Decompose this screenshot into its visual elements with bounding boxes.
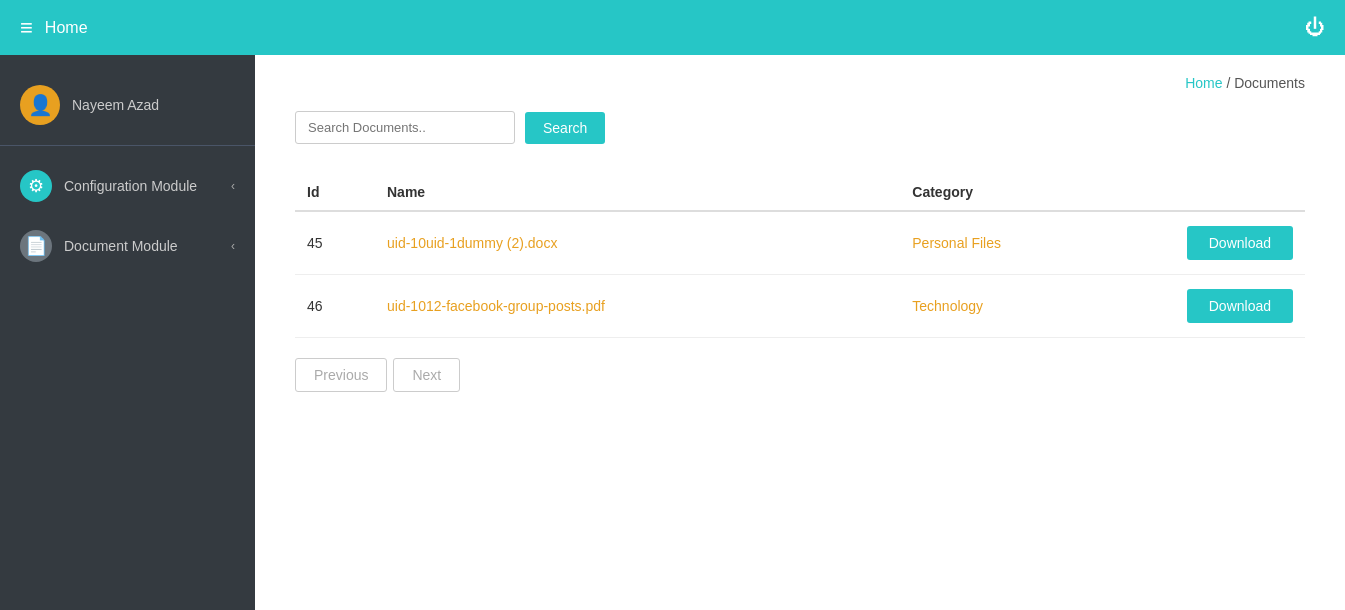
gear-icon: ⚙	[20, 170, 52, 202]
document-icon: 📄	[20, 230, 52, 262]
hamburger-icon[interactable]	[20, 15, 33, 41]
navbar-title: Home	[45, 19, 88, 37]
navbar: Home	[0, 0, 1345, 55]
cell-category-0: Personal Files	[900, 211, 1145, 275]
download-button-0[interactable]: Download	[1187, 226, 1293, 260]
main-content: Home / Documents Search Id Name Category…	[255, 55, 1345, 610]
layout: 👤 Nayeem Azad ⚙ Configuration Module ‹ 📄…	[0, 55, 1345, 610]
cell-id-1: 46	[295, 275, 375, 338]
chevron-icon-configuration: ‹	[231, 179, 235, 193]
col-header-name: Name	[375, 174, 900, 211]
col-header-category: Category	[900, 174, 1145, 211]
col-header-id: Id	[295, 174, 375, 211]
table-row: 45 uid-10uid-1dummy (2).docx Personal Fi…	[295, 211, 1305, 275]
sidebar: 👤 Nayeem Azad ⚙ Configuration Module ‹ 📄…	[0, 55, 255, 610]
search-input[interactable]	[295, 111, 515, 144]
col-header-action	[1145, 174, 1305, 211]
power-icon[interactable]	[1305, 16, 1325, 39]
sidebar-item-configuration[interactable]: ⚙ Configuration Module ‹	[0, 156, 255, 216]
breadcrumb: Home / Documents	[295, 75, 1305, 91]
breadcrumb-separator: /	[1226, 75, 1230, 91]
cell-id-0: 45	[295, 211, 375, 275]
previous-button[interactable]: Previous	[295, 358, 387, 392]
username: Nayeem Azad	[72, 97, 159, 113]
search-button[interactable]: Search	[525, 112, 605, 144]
avatar: 👤	[20, 85, 60, 125]
breadcrumb-current: Documents	[1234, 75, 1305, 91]
download-button-1[interactable]: Download	[1187, 289, 1293, 323]
next-button[interactable]: Next	[393, 358, 460, 392]
navbar-left: Home	[20, 15, 88, 41]
avatar-icon: 👤	[28, 93, 53, 117]
chevron-icon-document: ‹	[231, 239, 235, 253]
breadcrumb-home[interactable]: Home	[1185, 75, 1222, 91]
cell-name-1: uid-1012-facebook-group-posts.pdf	[375, 275, 900, 338]
sidebar-user: 👤 Nayeem Azad	[0, 65, 255, 146]
documents-table: Id Name Category 45 uid-10uid-1dummy (2)…	[295, 174, 1305, 338]
search-area: Search	[295, 111, 1305, 144]
pagination: Previous Next	[295, 358, 1305, 392]
sidebar-item-label-configuration: Configuration Module	[64, 178, 197, 194]
sidebar-item-label-document: Document Module	[64, 238, 178, 254]
table-row: 46 uid-1012-facebook-group-posts.pdf Tec…	[295, 275, 1305, 338]
sidebar-item-document[interactable]: 📄 Document Module ‹	[0, 216, 255, 276]
cell-name-0: uid-10uid-1dummy (2).docx	[375, 211, 900, 275]
cell-category-1: Technology	[900, 275, 1145, 338]
cell-action-0: Download	[1145, 211, 1305, 275]
cell-action-1: Download	[1145, 275, 1305, 338]
table-header-row: Id Name Category	[295, 174, 1305, 211]
